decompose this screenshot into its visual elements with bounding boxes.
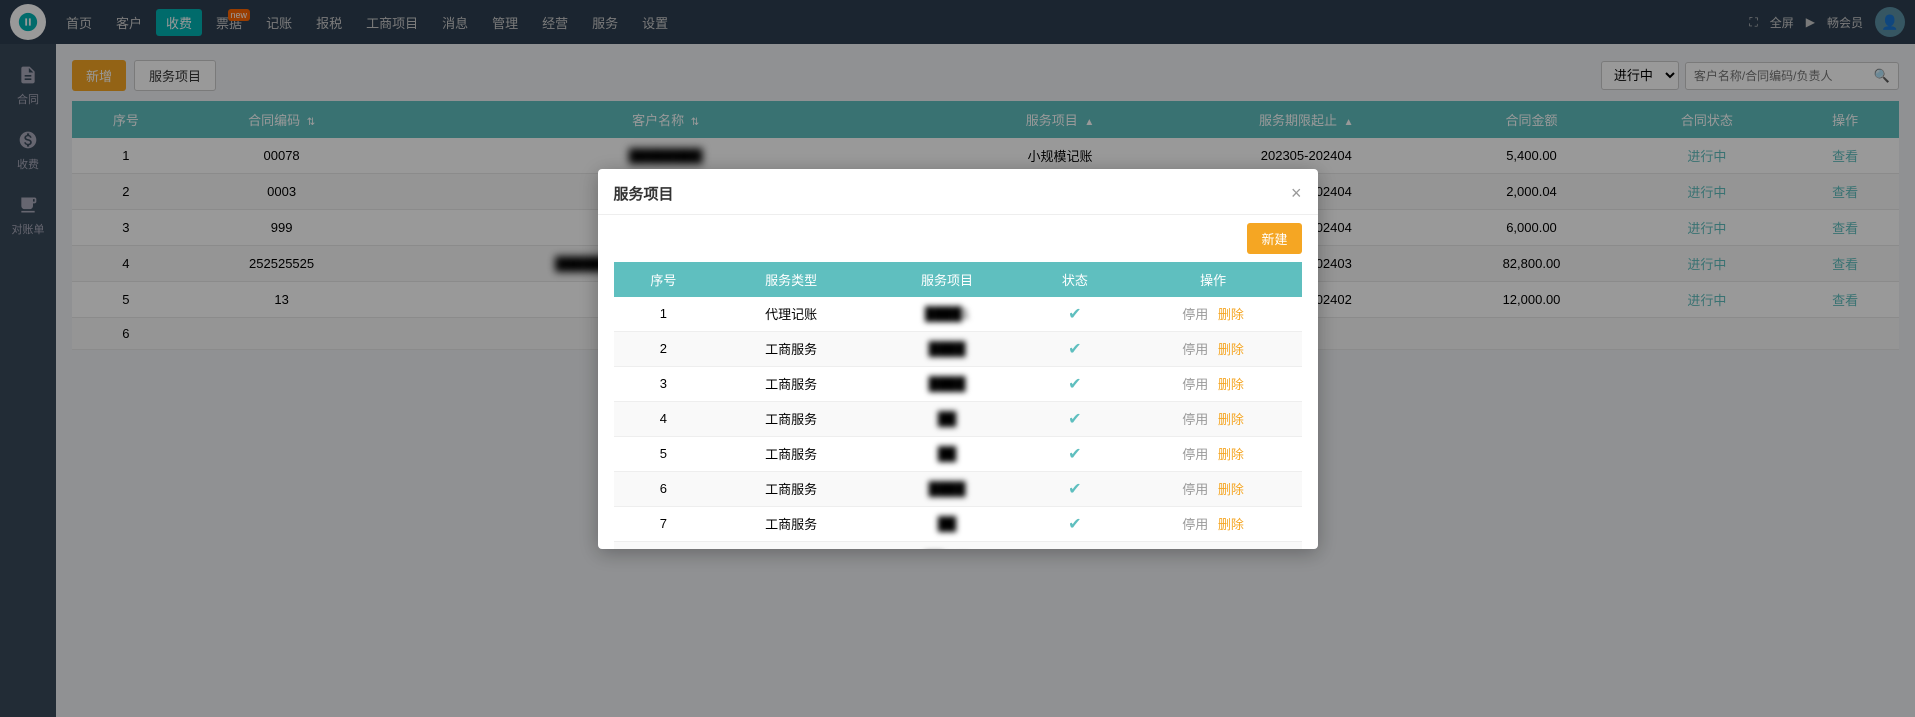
modal-col-type: 服务类型 bbox=[713, 262, 869, 297]
modal-cell-item: ████ bbox=[869, 471, 1025, 506]
modal-cell-seq: 6 bbox=[614, 471, 714, 506]
modal-body: 新建 序号 服务类型 服务项目 状态 操作 1 代理记账 ████1 bbox=[598, 215, 1318, 549]
modal-cell-type: 工商服务 bbox=[713, 401, 869, 436]
modal-col-action: 操作 bbox=[1125, 262, 1302, 297]
modal-cell-item: ████ bbox=[869, 366, 1025, 401]
modal-cell-item: ████1 bbox=[869, 297, 1025, 332]
modal-title: 服务项目 bbox=[614, 183, 674, 204]
modal-table-row: 8 工商服务 ██注册 ✔ 停用 删除 bbox=[614, 541, 1302, 549]
modal-cell-item: ██ bbox=[869, 401, 1025, 436]
modal-cell-status: ✔ bbox=[1025, 471, 1125, 506]
modal-cell-status: ✔ bbox=[1025, 436, 1125, 471]
modal-cell-type: 工商服务 bbox=[713, 436, 869, 471]
modal-table-row: 1 代理记账 ████1 ✔ 停用 删除 bbox=[614, 297, 1302, 332]
modal-cell-action: 停用 删除 bbox=[1125, 506, 1302, 541]
modal-cell-action: 停用 删除 bbox=[1125, 541, 1302, 549]
delete-button[interactable]: 删除 bbox=[1218, 342, 1244, 357]
service-table: 序号 服务类型 服务项目 状态 操作 1 代理记账 ████1 ✔ 停用 删除 … bbox=[614, 262, 1302, 549]
modal-cell-seq: 4 bbox=[614, 401, 714, 436]
delete-button[interactable]: 删除 bbox=[1218, 377, 1244, 392]
modal-toolbar: 新建 bbox=[598, 215, 1318, 262]
stop-button[interactable]: 停用 bbox=[1182, 482, 1208, 497]
status-check-icon: ✔ bbox=[1068, 341, 1081, 358]
stop-button[interactable]: 停用 bbox=[1182, 342, 1208, 357]
status-check-icon: ✔ bbox=[1068, 516, 1081, 533]
modal-cell-action: 停用 删除 bbox=[1125, 436, 1302, 471]
modal-cell-action: 停用 删除 bbox=[1125, 366, 1302, 401]
status-check-icon: ✔ bbox=[1068, 411, 1081, 428]
modal-col-seq: 序号 bbox=[614, 262, 714, 297]
modal-cell-item: ██ bbox=[869, 506, 1025, 541]
modal-col-status: 状态 bbox=[1025, 262, 1125, 297]
modal-table-row: 4 工商服务 ██ ✔ 停用 删除 bbox=[614, 401, 1302, 436]
stop-button[interactable]: 停用 bbox=[1182, 307, 1208, 322]
modal-cell-seq: 8 bbox=[614, 541, 714, 549]
service-modal: 服务项目 × 新建 序号 服务类型 服务项目 状态 操作 bbox=[598, 169, 1318, 549]
modal-cell-action: 停用 删除 bbox=[1125, 401, 1302, 436]
stop-button[interactable]: 停用 bbox=[1182, 412, 1208, 427]
modal-cell-action: 停用 删除 bbox=[1125, 297, 1302, 332]
status-check-icon: ✔ bbox=[1068, 306, 1081, 323]
status-check-icon: ✔ bbox=[1068, 376, 1081, 393]
modal-cell-status: ✔ bbox=[1025, 366, 1125, 401]
modal-cell-action: 停用 删除 bbox=[1125, 471, 1302, 506]
status-check-icon: ✔ bbox=[1068, 481, 1081, 498]
modal-cell-seq: 2 bbox=[614, 331, 714, 366]
modal-cell-type: 工商服务 bbox=[713, 331, 869, 366]
modal-table-row: 7 工商服务 ██ ✔ 停用 删除 bbox=[614, 506, 1302, 541]
stop-button[interactable]: 停用 bbox=[1182, 447, 1208, 462]
modal-cell-action: 停用 删除 bbox=[1125, 331, 1302, 366]
modal-table-row: 6 工商服务 ████ ✔ 停用 删除 bbox=[614, 471, 1302, 506]
modal-cell-type: 工商服务 bbox=[713, 471, 869, 506]
modal-overlay[interactable]: 服务项目 × 新建 序号 服务类型 服务项目 状态 操作 bbox=[0, 0, 1915, 717]
stop-button[interactable]: 停用 bbox=[1182, 517, 1208, 532]
modal-new-button[interactable]: 新建 bbox=[1247, 223, 1301, 254]
modal-table-row: 2 工商服务 ████ ✔ 停用 删除 bbox=[614, 331, 1302, 366]
modal-cell-type: 工商服务 bbox=[713, 366, 869, 401]
modal-cell-type: 工商服务 bbox=[713, 506, 869, 541]
modal-cell-status: ✔ bbox=[1025, 297, 1125, 332]
delete-button[interactable]: 删除 bbox=[1218, 307, 1244, 322]
stop-button[interactable]: 停用 bbox=[1182, 377, 1208, 392]
modal-cell-status: ✔ bbox=[1025, 541, 1125, 549]
modal-header: 服务项目 × bbox=[598, 169, 1318, 215]
modal-cell-seq: 5 bbox=[614, 436, 714, 471]
modal-cell-seq: 3 bbox=[614, 366, 714, 401]
modal-cell-status: ✔ bbox=[1025, 506, 1125, 541]
modal-cell-seq: 1 bbox=[614, 297, 714, 332]
modal-cell-item: ██注册 bbox=[869, 541, 1025, 549]
modal-cell-seq: 7 bbox=[614, 506, 714, 541]
modal-cell-type: 工商服务 bbox=[713, 541, 869, 549]
delete-button[interactable]: 删除 bbox=[1218, 517, 1244, 532]
modal-cell-status: ✔ bbox=[1025, 401, 1125, 436]
modal-col-item: 服务项目 bbox=[869, 262, 1025, 297]
modal-cell-type: 代理记账 bbox=[713, 297, 869, 332]
delete-button[interactable]: 删除 bbox=[1218, 412, 1244, 427]
status-check-icon: ✔ bbox=[1068, 446, 1081, 463]
modal-table-row: 5 工商服务 ██ ✔ 停用 删除 bbox=[614, 436, 1302, 471]
delete-button[interactable]: 删除 bbox=[1218, 447, 1244, 462]
modal-cell-item: ██ bbox=[869, 436, 1025, 471]
modal-cell-status: ✔ bbox=[1025, 331, 1125, 366]
modal-table-wrap[interactable]: 序号 服务类型 服务项目 状态 操作 1 代理记账 ████1 ✔ 停用 删除 … bbox=[598, 262, 1318, 549]
modal-table-row: 3 工商服务 ████ ✔ 停用 删除 bbox=[614, 366, 1302, 401]
modal-close-button[interactable]: × bbox=[1291, 184, 1302, 202]
delete-button[interactable]: 删除 bbox=[1218, 482, 1244, 497]
modal-cell-item: ████ bbox=[869, 331, 1025, 366]
